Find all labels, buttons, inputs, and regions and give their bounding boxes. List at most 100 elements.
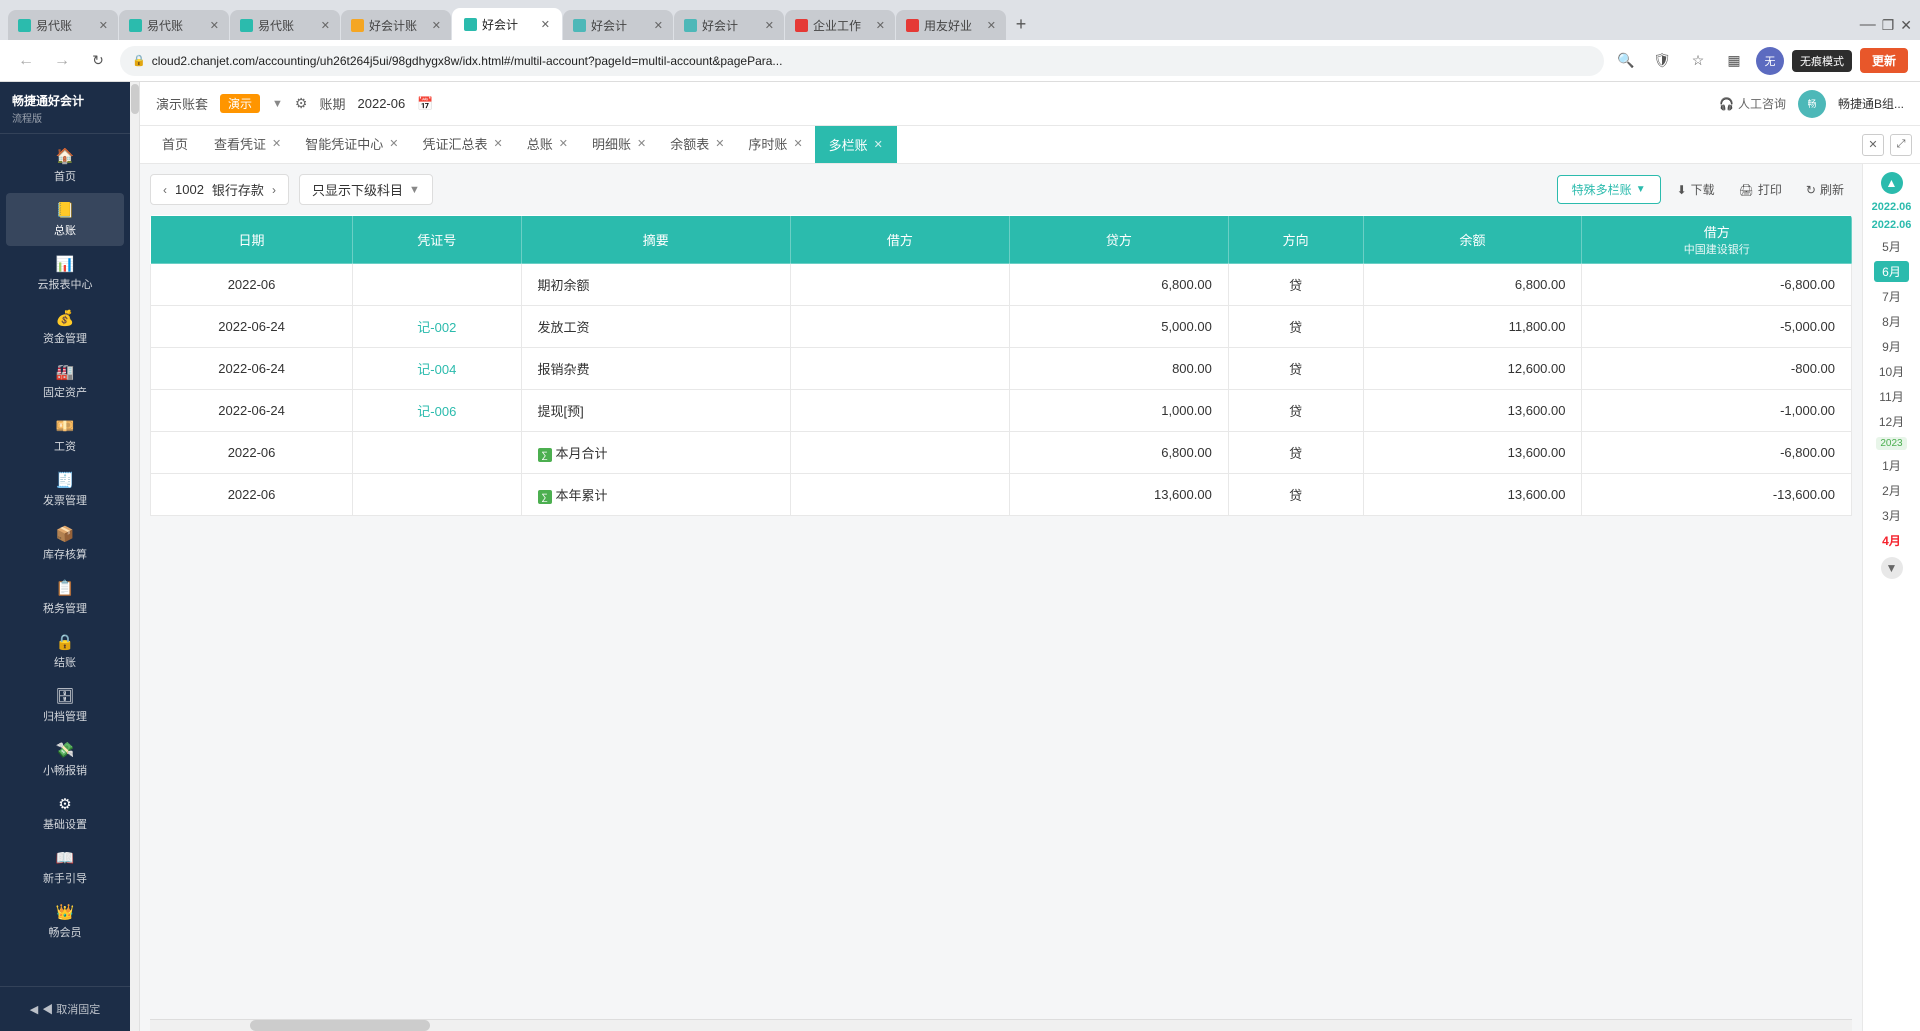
month-11[interactable]: 11月 bbox=[1879, 384, 1903, 409]
url-bar[interactable]: 🔒 cloud2.chanjet.com/accounting/uh26t264… bbox=[120, 46, 1604, 76]
month-4-current[interactable]: 4月 bbox=[1882, 528, 1901, 553]
browser-tab-7[interactable]: 好会计 ✕ bbox=[674, 10, 784, 40]
username-text[interactable]: 畅捷通B组... bbox=[1838, 95, 1904, 112]
tab-close-6[interactable]: ✕ bbox=[654, 19, 663, 32]
ledger-table-wrap[interactable]: 日期 凭证号 摘要 借方 贷方 方向 余额 借方 中国建设银行 bbox=[150, 215, 1852, 1019]
tab-close-8[interactable]: ✕ bbox=[876, 19, 885, 32]
tab-close-voucher-summary[interactable]: ✕ bbox=[494, 137, 503, 150]
scroll-up-button[interactable]: ▲ bbox=[1881, 172, 1903, 194]
back-button[interactable]: ← bbox=[12, 47, 40, 75]
tab-close-2[interactable]: ✕ bbox=[210, 19, 219, 32]
browser-tab-1[interactable]: 易代账 ✕ bbox=[8, 10, 118, 40]
tab-close-balance-table[interactable]: ✕ bbox=[715, 137, 724, 150]
tab-close-smart-voucher[interactable]: ✕ bbox=[389, 137, 398, 150]
month-2[interactable]: 2月 bbox=[1882, 478, 1901, 503]
new-tab-button[interactable]: + bbox=[1007, 10, 1035, 38]
month-5[interactable]: 5月 bbox=[1882, 234, 1901, 259]
tab-general-ledger[interactable]: 总账 ✕ bbox=[515, 126, 580, 164]
nav-prev-arrow[interactable]: ‹ bbox=[163, 183, 167, 197]
month-9[interactable]: 9月 bbox=[1882, 334, 1901, 359]
sidebar-item-expense[interactable]: 💸 小畅报销 bbox=[6, 733, 124, 786]
scroll-down-button[interactable]: ▼ bbox=[1881, 557, 1903, 579]
tab-close-4[interactable]: ✕ bbox=[432, 19, 441, 32]
profile-button[interactable]: 无 bbox=[1756, 47, 1784, 75]
tab-multi-column[interactable]: 多栏账 ✕ bbox=[815, 126, 897, 164]
browser-tab-9[interactable]: 用友好业 ✕ bbox=[896, 10, 1006, 40]
sidebar-item-close-accounts[interactable]: 🔒 结账 bbox=[6, 625, 124, 678]
browser-tab-8[interactable]: 企业工作 ✕ bbox=[785, 10, 895, 40]
row2-voucher[interactable]: 记-002 bbox=[353, 306, 521, 348]
month-3[interactable]: 3月 bbox=[1882, 503, 1901, 528]
bookmark-icon[interactable]: ☆ bbox=[1684, 47, 1712, 75]
maximize-button[interactable]: ❐ bbox=[1882, 17, 1895, 34]
row4-voucher[interactable]: 记-006 bbox=[353, 390, 521, 432]
panel-collapse-toggle[interactable]: › bbox=[1862, 580, 1863, 616]
sidebar-item-report[interactable]: 📊 云报表中心 bbox=[6, 247, 124, 300]
unpin-button[interactable]: ◀ ◀ 取消固定 bbox=[8, 995, 122, 1023]
browser-tab-3[interactable]: 易代账 ✕ bbox=[230, 10, 340, 40]
month-7[interactable]: 7月 bbox=[1882, 284, 1901, 309]
tab-close-9[interactable]: ✕ bbox=[987, 19, 996, 32]
gear-icon[interactable]: ⚙ bbox=[295, 95, 308, 112]
browser-tab-6[interactable]: 好会计 ✕ bbox=[563, 10, 673, 40]
month-2022-06-bottom[interactable]: 2022.06 bbox=[1872, 216, 1912, 234]
sidebar-item-archive[interactable]: 🗄 归档管理 bbox=[6, 679, 124, 732]
sidebar-item-ledger[interactable]: 📒 总账 bbox=[6, 193, 124, 246]
tab-sequence-ledger[interactable]: 序时账 ✕ bbox=[736, 126, 814, 164]
print-button[interactable]: 🖨 打印 bbox=[1731, 176, 1790, 203]
sidebar-item-home[interactable]: 🏠 首页 bbox=[6, 139, 124, 192]
tab-close-multi-column[interactable]: ✕ bbox=[874, 138, 883, 151]
month-6-active[interactable]: 6月 bbox=[1874, 261, 1909, 282]
tab-smart-voucher[interactable]: 智能凭证中心 ✕ bbox=[293, 126, 410, 164]
demo-badge[interactable]: 演示 bbox=[220, 94, 260, 113]
calendar-icon[interactable]: 📅 bbox=[417, 96, 433, 112]
month-2022-06-top[interactable]: 2022.06 bbox=[1872, 198, 1912, 216]
dropdown-arrow[interactable]: ▼ bbox=[272, 98, 283, 110]
month-10[interactable]: 10月 bbox=[1879, 359, 1904, 384]
tab-detail-ledger[interactable]: 明细账 ✕ bbox=[580, 126, 658, 164]
horizontal-scrollbar[interactable] bbox=[150, 1019, 1852, 1031]
forward-button[interactable]: → bbox=[48, 47, 76, 75]
tab-close-detail-ledger[interactable]: ✕ bbox=[637, 137, 646, 150]
month-12[interactable]: 12月 bbox=[1879, 409, 1904, 434]
search-icon[interactable]: 🔍 bbox=[1612, 47, 1640, 75]
month-1[interactable]: 1月 bbox=[1882, 453, 1901, 478]
sidebar-item-inventory[interactable]: 📦 库存核算 bbox=[6, 517, 124, 570]
refresh-button[interactable]: ↻ 刷新 bbox=[1798, 176, 1852, 203]
sidebar-item-tax[interactable]: 📋 税务管理 bbox=[6, 571, 124, 624]
sub-filter[interactable]: 只显示下级科目 ▼ bbox=[299, 174, 433, 205]
tab-home[interactable]: 首页 bbox=[148, 126, 202, 164]
sidebar-item-settings[interactable]: ⚙ 基础设置 bbox=[6, 787, 124, 840]
browser-tab-5[interactable]: 好会计 ✕ bbox=[452, 8, 562, 40]
close-panel-button[interactable]: ✕ bbox=[1862, 134, 1884, 156]
browser-tab-4[interactable]: 好会计账 ✕ bbox=[341, 10, 451, 40]
special-col-btn[interactable]: 特殊多栏账 ▼ bbox=[1557, 175, 1661, 204]
tab-close-7[interactable]: ✕ bbox=[765, 19, 774, 32]
browser-tab-2[interactable]: 易代账 ✕ bbox=[119, 10, 229, 40]
sidebar-item-salary[interactable]: 💴 工资 bbox=[6, 409, 124, 462]
user-avatar[interactable]: 畅 bbox=[1798, 90, 1826, 118]
sidebar-toggle[interactable]: ▦ bbox=[1720, 47, 1748, 75]
tab-balance-table[interactable]: 余额表 ✕ bbox=[658, 126, 736, 164]
nav-next-arrow[interactable]: › bbox=[272, 183, 276, 197]
tab-close-5[interactable]: ✕ bbox=[541, 18, 550, 31]
tab-close-1[interactable]: ✕ bbox=[99, 19, 108, 32]
update-button[interactable]: 更新 bbox=[1860, 48, 1908, 73]
tab-voucher-view[interactable]: 查看凭证 ✕ bbox=[202, 126, 293, 164]
expand-panel-button[interactable]: ⤢ bbox=[1890, 134, 1912, 156]
ai-consult-button[interactable]: 🎧 人工咨询 bbox=[1719, 95, 1786, 112]
tab-close-general-ledger[interactable]: ✕ bbox=[559, 137, 568, 150]
minimize-button[interactable]: — bbox=[1860, 16, 1876, 34]
close-button[interactable]: ✕ bbox=[1900, 17, 1912, 34]
left-scrollbar[interactable] bbox=[130, 82, 140, 1031]
reload-button[interactable]: ↻ bbox=[84, 47, 112, 75]
tab-voucher-summary[interactable]: 凭证汇总表 ✕ bbox=[410, 126, 514, 164]
shield-icon[interactable]: 🛡 bbox=[1648, 47, 1676, 75]
tab-close-voucher-view[interactable]: ✕ bbox=[272, 137, 281, 150]
incognito-badge[interactable]: 无痕模式 bbox=[1792, 50, 1852, 72]
tab-close-3[interactable]: ✕ bbox=[321, 19, 330, 32]
row3-voucher[interactable]: 记-004 bbox=[353, 348, 521, 390]
sidebar-item-assets[interactable]: 🏭 固定资产 bbox=[6, 355, 124, 408]
download-button[interactable]: ⬇ 下载 bbox=[1669, 176, 1723, 203]
scroll-indicator[interactable] bbox=[250, 1020, 430, 1031]
